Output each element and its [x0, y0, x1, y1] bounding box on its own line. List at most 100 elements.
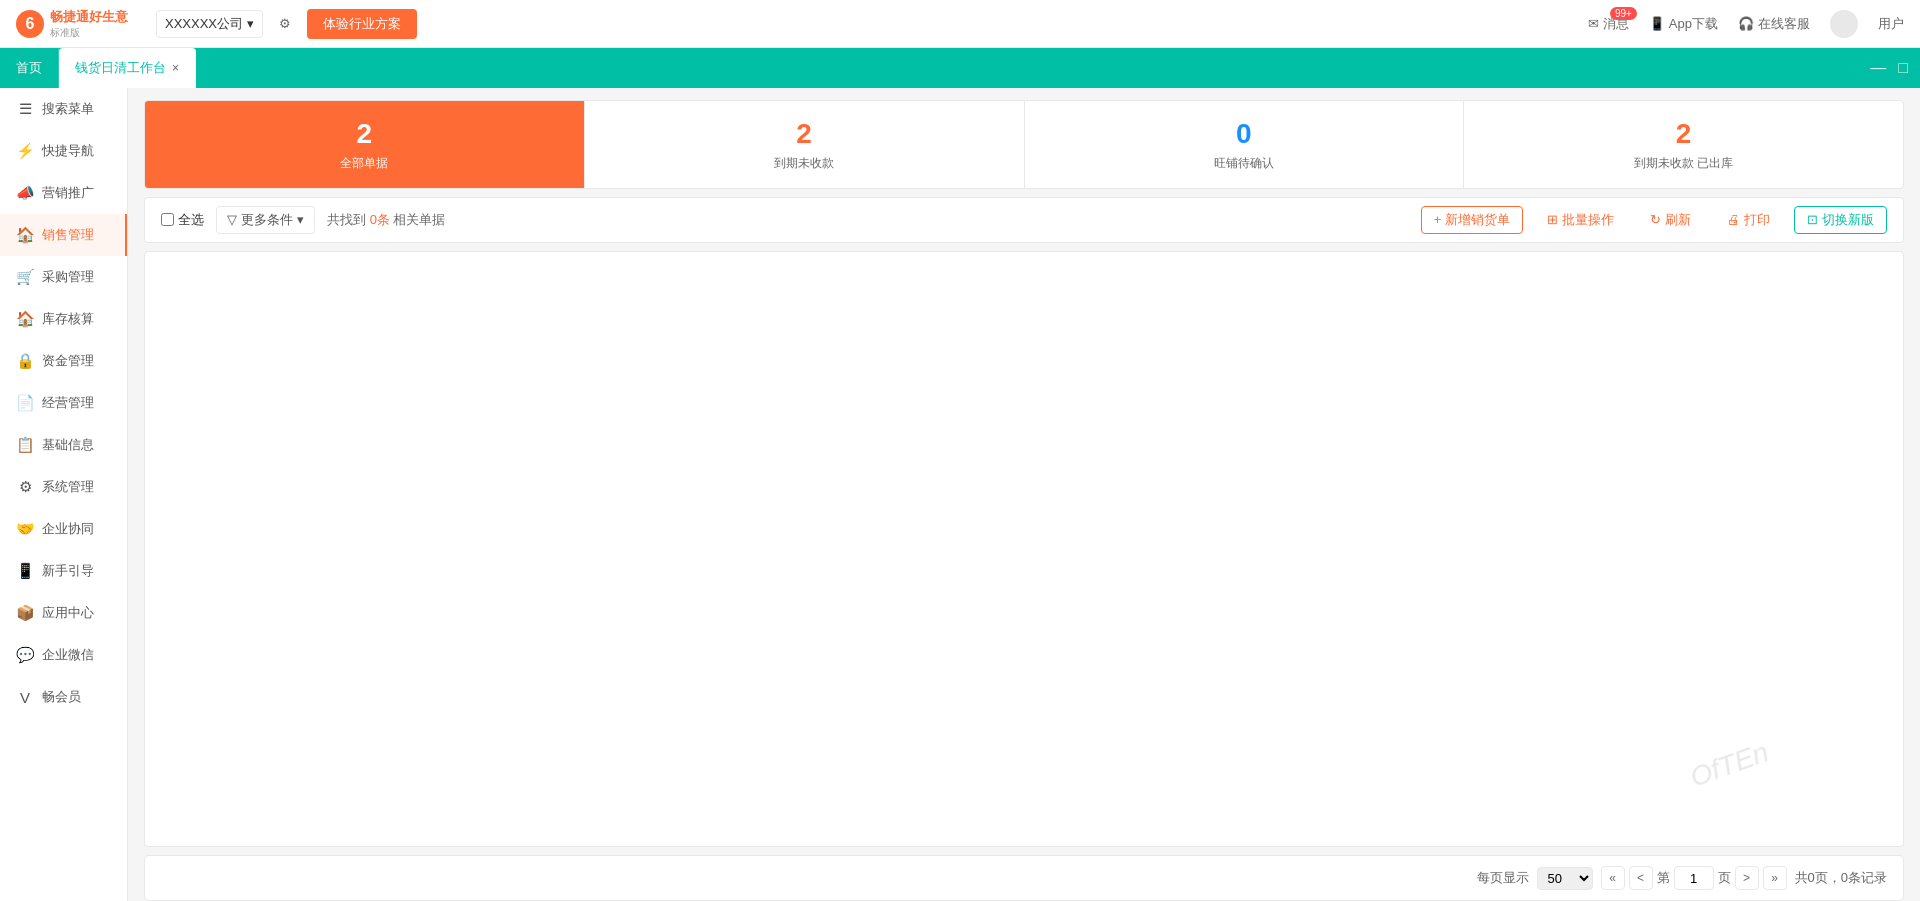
sidebar-label-member: 畅会员: [42, 688, 81, 706]
add-sales-button[interactable]: + 新增销货单: [1421, 206, 1523, 234]
app-icon: 📱: [1649, 16, 1665, 31]
per-page-select[interactable]: 50 100: [1537, 867, 1593, 890]
sidebar-label-guide: 新手引导: [42, 562, 94, 580]
brand-info: 畅捷通好生意 标准版: [50, 8, 128, 40]
sidebar-label-marketing: 营销推广: [42, 184, 94, 202]
sidebar-item-basic-info[interactable]: 📋 基础信息: [0, 424, 127, 466]
sidebar-item-wechat[interactable]: 💬 企业微信: [0, 634, 127, 676]
header-right: ✉ 消息 99+ 📱 App下载 🎧 在线客服 用户: [1588, 10, 1904, 38]
app-download-action[interactable]: 📱 App下载: [1649, 15, 1718, 33]
sidebar-item-marketing[interactable]: 📣 营销推广: [0, 172, 127, 214]
sidebar-item-search-menu[interactable]: ☰ 搜索菜单: [0, 88, 127, 130]
card-label-overdue: 到期未收款: [597, 155, 1012, 172]
switch-icon: ⊡: [1807, 212, 1818, 227]
tab-close-icon[interactable]: ×: [172, 61, 179, 75]
sidebar-item-sales[interactable]: 🏠 销售管理: [0, 214, 127, 256]
sidebar-label-system: 系统管理: [42, 478, 94, 496]
tab-home[interactable]: 首页: [0, 48, 59, 88]
system-icon: ⚙: [16, 478, 34, 496]
wechat-icon: 💬: [16, 646, 34, 664]
sidebar-item-operation[interactable]: 📄 经营管理: [0, 382, 127, 424]
experience-button[interactable]: 体验行业方案: [307, 9, 417, 39]
filter-button[interactable]: ▽ 更多条件 ▾: [216, 206, 315, 234]
main-layout: ☰ 搜索菜单 ⚡ 快捷导航 📣 营销推广 🏠 销售管理 🛒 采购管理 🏠 库存核…: [0, 88, 1920, 901]
sidebar-item-purchase[interactable]: 🛒 采购管理: [0, 256, 127, 298]
select-all-label: 全选: [178, 211, 204, 229]
first-page-btn[interactable]: «: [1601, 866, 1625, 890]
sidebar-item-quick-nav[interactable]: ⚡ 快捷导航: [0, 130, 127, 172]
filter-dropdown-icon: ▾: [297, 212, 304, 227]
brand-sub: 标准版: [50, 26, 128, 40]
card-all[interactable]: 2 全部单据: [145, 101, 585, 188]
toolbar: 全选 ▽ 更多条件 ▾ 共找到 0条 相关单据 + 新增销货单 ⊞ 批量操作: [144, 197, 1904, 243]
refresh-button[interactable]: ↻ 刷新: [1638, 207, 1703, 233]
tab-active[interactable]: 钱货日清工作台 ×: [59, 48, 196, 88]
search-menu-icon: ☰: [16, 100, 34, 118]
card-shipped[interactable]: 2 到期未收款 已出库: [1464, 101, 1903, 188]
sidebar-label-finance: 资金管理: [42, 352, 94, 370]
filter-icon: ▽: [227, 212, 237, 227]
sidebar-label-basic-info: 基础信息: [42, 436, 94, 454]
print-label: 打印: [1744, 211, 1770, 229]
tab-active-label: 钱货日清工作台: [75, 59, 166, 77]
print-button[interactable]: 🖨 打印: [1715, 207, 1782, 233]
page-prefix: 第: [1657, 869, 1670, 887]
batch-button[interactable]: ⊞ 批量操作: [1535, 207, 1626, 233]
card-count-overdue: 2: [597, 117, 1012, 151]
sidebar-label-wechat: 企业微信: [42, 646, 94, 664]
last-page-btn[interactable]: »: [1763, 866, 1787, 890]
user-name[interactable]: 用户: [1878, 15, 1904, 33]
inventory-icon: 🏠: [16, 310, 34, 328]
app-center-icon: 📦: [16, 604, 34, 622]
card-label-wangpu: 旺铺待确认: [1037, 155, 1452, 172]
message-action[interactable]: ✉ 消息 99+: [1588, 15, 1629, 33]
operation-icon: 📄: [16, 394, 34, 412]
sidebar-label-app-center: 应用中心: [42, 604, 94, 622]
sidebar-label-quick-nav: 快捷导航: [42, 142, 94, 160]
app-label: App下载: [1669, 15, 1718, 33]
user-label: 用户: [1878, 15, 1904, 33]
brand-icon: 6: [16, 10, 44, 38]
tab-minimize-btn[interactable]: —: [1870, 59, 1886, 77]
pagination: 每页显示 50 100 « < 第 页 > » 共0页，0条记录: [144, 855, 1904, 901]
finance-icon: 🔒: [16, 352, 34, 370]
tab-bar: 首页 钱货日清工作台 × — □: [0, 48, 1920, 88]
found-suffix: 相关单据: [393, 212, 445, 227]
prev-page-btn[interactable]: <: [1629, 866, 1653, 890]
select-all-checkbox[interactable]: 全选: [161, 211, 204, 229]
basic-info-icon: 📋: [16, 436, 34, 454]
sidebar-item-enterprise[interactable]: 🤝 企业协同: [0, 508, 127, 550]
table-area: [144, 251, 1904, 847]
sidebar-item-finance[interactable]: 🔒 资金管理: [0, 340, 127, 382]
page-suffix: 页: [1718, 869, 1731, 887]
sidebar-item-inventory[interactable]: 🏠 库存核算: [0, 298, 127, 340]
found-prefix: 共找到: [327, 212, 366, 227]
sidebar-label-purchase: 采购管理: [42, 268, 94, 286]
avatar[interactable]: [1830, 10, 1858, 38]
sidebar-label-enterprise: 企业协同: [42, 520, 94, 538]
batch-label: 批量操作: [1562, 211, 1614, 229]
switch-label: 切换新版: [1822, 211, 1874, 229]
service-action[interactable]: 🎧 在线客服: [1738, 15, 1810, 33]
filter-label: 更多条件: [241, 211, 293, 229]
sidebar-item-app-center[interactable]: 📦 应用中心: [0, 592, 127, 634]
select-all-input[interactable]: [161, 213, 174, 226]
sidebar-item-guide[interactable]: 📱 新手引导: [0, 550, 127, 592]
print-icon: 🖨: [1727, 212, 1740, 227]
batch-icon: ⊞: [1547, 212, 1558, 227]
sidebar-item-system[interactable]: ⚙ 系统管理: [0, 466, 127, 508]
message-badge: 99+: [1610, 7, 1637, 20]
sidebar: ☰ 搜索菜单 ⚡ 快捷导航 📣 营销推广 🏠 销售管理 🛒 采购管理 🏠 库存核…: [0, 88, 128, 901]
sidebar-item-member[interactable]: V 畅会员: [0, 676, 127, 718]
card-overdue[interactable]: 2 到期未收款: [585, 101, 1025, 188]
switch-version-button[interactable]: ⊡ 切换新版: [1794, 206, 1887, 234]
card-wangpu[interactable]: 0 旺铺待确认: [1025, 101, 1465, 188]
company-selector[interactable]: XXXXXX公司 ▾: [156, 10, 263, 38]
settings-button[interactable]: ⚙: [271, 10, 299, 38]
found-text: 共找到 0条 相关单据: [327, 211, 445, 229]
tab-maximize-btn[interactable]: □: [1898, 59, 1908, 77]
page-number-input[interactable]: [1674, 866, 1714, 890]
toolbar-left: 全选 ▽ 更多条件 ▾ 共找到 0条 相关单据: [161, 206, 445, 234]
sidebar-label-search-menu: 搜索菜单: [42, 100, 94, 118]
next-page-btn[interactable]: >: [1735, 866, 1759, 890]
